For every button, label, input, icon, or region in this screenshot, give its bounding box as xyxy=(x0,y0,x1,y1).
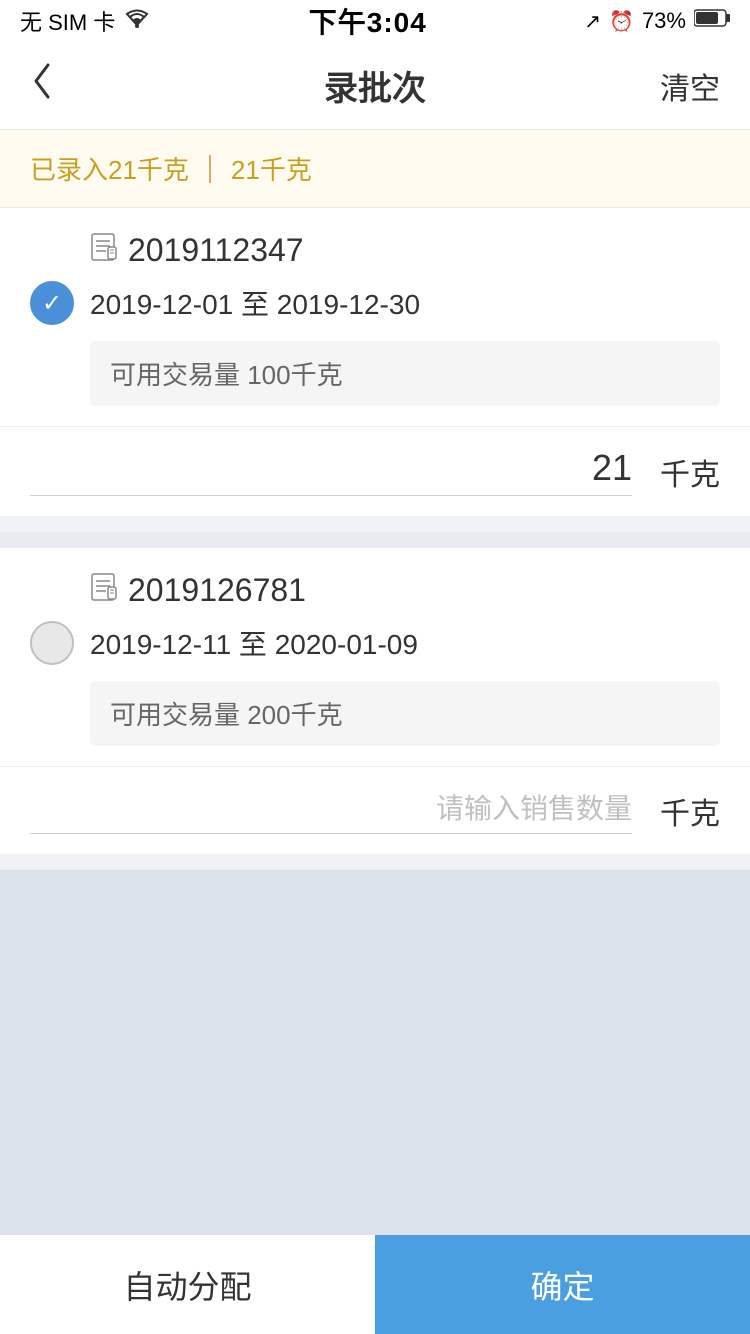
batch-date-row-2[interactable]: 2019-12-11 至 2020-01-09 xyxy=(30,621,720,665)
battery-icon xyxy=(694,8,730,34)
gray-area xyxy=(0,870,750,1260)
wifi-icon xyxy=(123,7,151,35)
amount-placeholder-2[interactable]: 请输入销售数量 xyxy=(436,787,632,827)
batch-number-1: 2019112347 xyxy=(128,232,304,269)
batch-date-1: 2019-12-01 至 2019-12-30 xyxy=(90,283,420,323)
available-label-2: 可用交易量 200千克 xyxy=(110,700,343,730)
recorded-amount-value: 21千克 xyxy=(231,150,312,187)
confirm-button[interactable]: 确定 xyxy=(375,1235,750,1334)
status-bar: 无 SIM 卡 下午3:04 ↗ ⏰ 73% xyxy=(0,0,750,42)
batch-date-row-1[interactable]: ✓ 2019-12-01 至 2019-12-30 xyxy=(30,281,720,325)
batch-card-2: 2019126781 2019-12-11 至 2020-01-09 可用交易量… xyxy=(0,548,750,854)
location-icon: ↗ xyxy=(584,9,601,34)
check-icon-1: ✓ xyxy=(42,289,62,318)
amount-row-1: 21 千克 xyxy=(0,426,750,516)
batch-radio-1[interactable]: ✓ xyxy=(30,281,74,325)
batch-number-row-2: 2019126781 xyxy=(30,572,720,609)
amount-unit-2: 千克 xyxy=(660,789,720,833)
status-time: 下午3:04 xyxy=(309,1,427,41)
batch-card-1-inner: 2019112347 ✓ 2019-12-01 至 2019-12-30 可用交… xyxy=(0,208,750,426)
page-title: 录批次 xyxy=(324,61,426,110)
alarm-icon: ⏰ xyxy=(609,9,634,34)
available-label-1: 可用交易量 100千克 xyxy=(110,360,343,390)
bottom-bar: 自动分配 确定 xyxy=(0,1234,750,1334)
available-row-1: 可用交易量 100千克 xyxy=(90,341,720,406)
batch-number-2: 2019126781 xyxy=(128,572,306,609)
amount-value-1[interactable]: 21 xyxy=(592,447,632,489)
battery-text: 73% xyxy=(642,8,686,34)
amount-unit-1: 千克 xyxy=(660,450,720,494)
sim-label: 无 SIM 卡 xyxy=(20,5,115,37)
batch-number-row-1: 2019112347 xyxy=(30,232,720,269)
cards-separator xyxy=(0,532,750,548)
amount-input-wrapper-1: 21 xyxy=(30,447,632,496)
batch-doc-icon-1 xyxy=(90,233,118,269)
clear-button[interactable]: 清空 xyxy=(660,64,720,108)
batch-card-1: 2019112347 ✓ 2019-12-01 至 2019-12-30 可用交… xyxy=(0,208,750,516)
batch-date-2: 2019-12-11 至 2020-01-09 xyxy=(90,623,418,663)
nav-bar: 录批次 清空 xyxy=(0,42,750,130)
auto-distribute-button[interactable]: 自动分配 xyxy=(0,1235,375,1334)
recorded-amount-label: 已录入21千克 xyxy=(30,150,189,187)
batch-doc-icon-2 xyxy=(90,573,118,609)
batch-card-2-inner: 2019126781 2019-12-11 至 2020-01-09 可用交易量… xyxy=(0,548,750,766)
info-banner: 已录入21千克 21千克 xyxy=(0,130,750,208)
amount-row-2: 请输入销售数量 千克 xyxy=(0,766,750,854)
amount-input-wrapper-2: 请输入销售数量 xyxy=(30,787,632,834)
batch-radio-2[interactable] xyxy=(30,621,74,665)
status-right: ↗ ⏰ 73% xyxy=(584,8,730,34)
status-left: 无 SIM 卡 xyxy=(20,5,151,37)
info-divider xyxy=(209,155,211,183)
back-button[interactable] xyxy=(30,61,90,110)
available-row-2: 可用交易量 200千克 xyxy=(90,681,720,746)
